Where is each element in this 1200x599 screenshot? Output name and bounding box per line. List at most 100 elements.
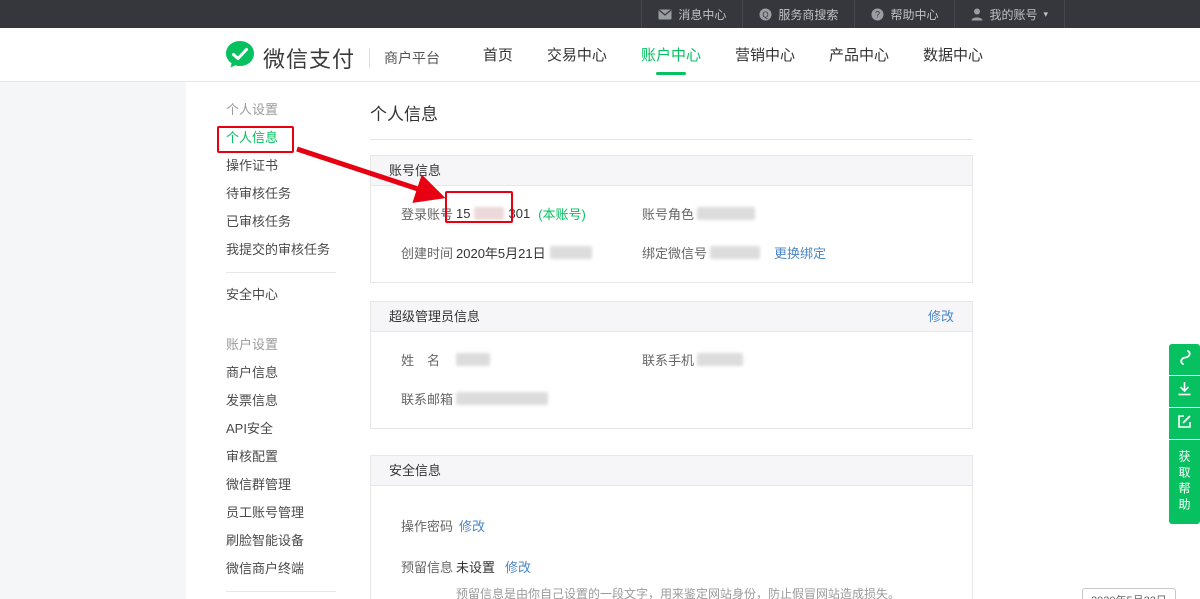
admin-name-redacted: [456, 353, 490, 366]
sidebar-item-personal-info[interactable]: 个人信息: [226, 124, 346, 152]
site-header: 微信支付 商户平台 首页 交易中心 账户中心 营销中心 产品中心 数据中心: [0, 28, 1200, 82]
admin-name-label: 姓 名: [401, 350, 453, 369]
super-admin-edit-link[interactable]: 修改: [928, 302, 954, 331]
reserve-info-edit-link[interactable]: 修改: [505, 557, 531, 576]
message-center-label: 消息中心: [678, 6, 726, 23]
logo-divider: [369, 48, 370, 68]
sidebar-item-pending-review[interactable]: 待审核任务: [226, 180, 346, 208]
operation-password-label: 操作密码: [401, 516, 453, 535]
bound-wechat-field: 绑定微信号 更换绑定: [642, 243, 942, 262]
top-utility-bar: 消息中心 Q 服务商搜索 ? 帮助中心 我的账号 ▾: [0, 0, 1200, 28]
caret-down-icon: ▾: [1043, 9, 1048, 20]
sidebar-divider: [226, 272, 336, 273]
admin-name-field: 姓 名: [401, 350, 642, 369]
message-center-item[interactable]: 消息中心: [641, 0, 742, 28]
account-info-panel: 账号信息 登录账号 15 301 (本账号) 账号角色: [370, 155, 973, 283]
created-time-redacted: [550, 246, 592, 259]
login-account-field: 登录账号 15 301 (本账号): [401, 204, 642, 223]
super-admin-panel-title: 超级管理员信息: [389, 302, 480, 331]
date-chip[interactable]: 2020年5月22日: [1082, 588, 1176, 599]
sidebar-item-review-config[interactable]: 审核配置: [226, 443, 346, 471]
service-search-item[interactable]: Q 服务商搜索: [742, 0, 854, 28]
nav-transaction-center[interactable]: 交易中心: [545, 28, 609, 81]
current-account-note: (本账号): [538, 204, 586, 223]
account-role-field: 账号角色: [642, 204, 942, 223]
logo[interactable]: 微信支付 商户平台: [225, 40, 440, 75]
portal-label: 商户平台: [384, 48, 440, 68]
feedback-button[interactable]: [1169, 408, 1200, 439]
sidebar-section-personal-settings: 个人设置: [226, 96, 346, 124]
get-help-button[interactable]: 获取帮助: [1169, 440, 1200, 524]
nav-home[interactable]: 首页: [481, 28, 515, 81]
login-account-suffix: 301: [508, 206, 530, 221]
get-help-label: 获取帮助: [1176, 450, 1193, 514]
download-icon: [1177, 381, 1192, 402]
merchant-platform-page: 消息中心 Q 服务商搜索 ? 帮助中心 我的账号 ▾: [0, 0, 1200, 599]
sidebar-item-staff-account-mgmt[interactable]: 员工账号管理: [226, 499, 346, 527]
bound-wechat-label: 绑定微信号: [642, 243, 707, 262]
svg-text:Q: Q: [763, 10, 769, 19]
main-nav: 首页 交易中心 账户中心 营销中心 产品中心 数据中心: [481, 28, 985, 81]
title-divider: [370, 139, 973, 140]
svg-text:?: ?: [875, 9, 880, 19]
my-account-label: 我的账号: [989, 6, 1037, 23]
question-icon: ?: [871, 8, 884, 21]
created-time-value: 2020年5月21日: [456, 243, 546, 262]
sidebar-item-my-submitted-reviews[interactable]: 我提交的审核任务: [226, 236, 346, 264]
sidebar-item-face-devices[interactable]: 刷脸智能设备: [226, 527, 346, 555]
account-role-label: 账号角色: [642, 204, 694, 223]
sidebar-item-wechat-group-mgmt[interactable]: 微信群管理: [226, 471, 346, 499]
floating-toolbar: 获取帮助: [1169, 344, 1200, 524]
left-gutter: [0, 82, 186, 599]
admin-email-field: 联系邮箱: [401, 389, 642, 408]
reserve-info-value: 未设置: [456, 557, 495, 576]
sidebar-divider-bottom: [226, 591, 336, 592]
my-account-item[interactable]: 我的账号 ▾: [954, 0, 1065, 28]
security-info-panel: 安全信息 操作密码 修改 预留信息 未设置 修改 预留信息是由你自己设置的一段文…: [370, 455, 973, 599]
edit-icon: [1177, 414, 1192, 434]
operation-password-field: 操作密码 修改: [401, 516, 942, 535]
operation-password-edit-link[interactable]: 修改: [459, 516, 485, 535]
wechat-pay-logo-icon: [225, 40, 255, 75]
account-panel-title: 账号信息: [389, 156, 441, 185]
sidebar: 个人设置 个人信息 操作证书 待审核任务 已审核任务 我提交的审核任务 安全中心…: [186, 82, 346, 599]
reserve-info-description: 预留信息是由你自己设置的一段文字，用来鉴定网站身份，防止假冒网站造成损失。 配置…: [456, 586, 942, 599]
nav-marketing-center[interactable]: 营销中心: [733, 28, 797, 81]
account-role-redacted: [697, 207, 755, 220]
admin-email-label: 联系邮箱: [401, 389, 453, 408]
help-center-label: 帮助中心: [890, 6, 938, 23]
admin-phone-label: 联系手机: [642, 350, 694, 369]
nav-account-center[interactable]: 账户中心: [639, 28, 703, 81]
user-icon: [971, 8, 983, 21]
bound-wechat-redacted: [710, 246, 760, 259]
login-account-label: 登录账号: [401, 204, 453, 223]
nav-data-center[interactable]: 数据中心: [921, 28, 985, 81]
admin-email-redacted: [456, 392, 548, 405]
help-center-item[interactable]: ? 帮助中心: [854, 0, 954, 28]
nav-product-center[interactable]: 产品中心: [827, 28, 891, 81]
admin-phone-redacted: [697, 353, 743, 366]
sidebar-item-security-center[interactable]: 安全中心: [226, 281, 346, 309]
sidebar-item-merchant-terminal[interactable]: 微信商户终端: [226, 555, 346, 583]
login-account-prefix: 15: [456, 206, 470, 221]
sidebar-section-account-settings: 账户设置: [226, 331, 346, 359]
download-button[interactable]: [1169, 376, 1200, 407]
sidebar-item-merchant-info[interactable]: 商户信息: [226, 359, 346, 387]
sidebar-item-invoice-info[interactable]: 发票信息: [226, 387, 346, 415]
reserve-info-field: 预留信息 未设置 修改: [401, 557, 942, 576]
created-time-label: 创建时间: [401, 243, 453, 262]
link-icon: [1177, 349, 1192, 371]
sidebar-item-reviewed[interactable]: 已审核任务: [226, 208, 346, 236]
sidebar-item-operation-certificate[interactable]: 操作证书: [226, 152, 346, 180]
circle-search-icon: Q: [759, 8, 772, 21]
security-panel-title: 安全信息: [389, 456, 441, 485]
created-time-field: 创建时间 2020年5月21日: [401, 243, 642, 262]
super-admin-panel: 超级管理员信息 修改 姓 名 联系手机 联系邮箱: [370, 301, 973, 429]
service-search-label: 服务商搜索: [778, 6, 838, 23]
page-title: 个人信息: [370, 100, 973, 125]
sidebar-item-api-security[interactable]: API安全: [226, 415, 346, 443]
contact-link-button[interactable]: [1169, 344, 1200, 375]
change-binding-link[interactable]: 更换绑定: [774, 243, 826, 262]
main-content: 个人信息 账号信息 登录账号 15 301 (本账号): [370, 82, 973, 599]
logo-text: 微信支付: [263, 42, 355, 74]
